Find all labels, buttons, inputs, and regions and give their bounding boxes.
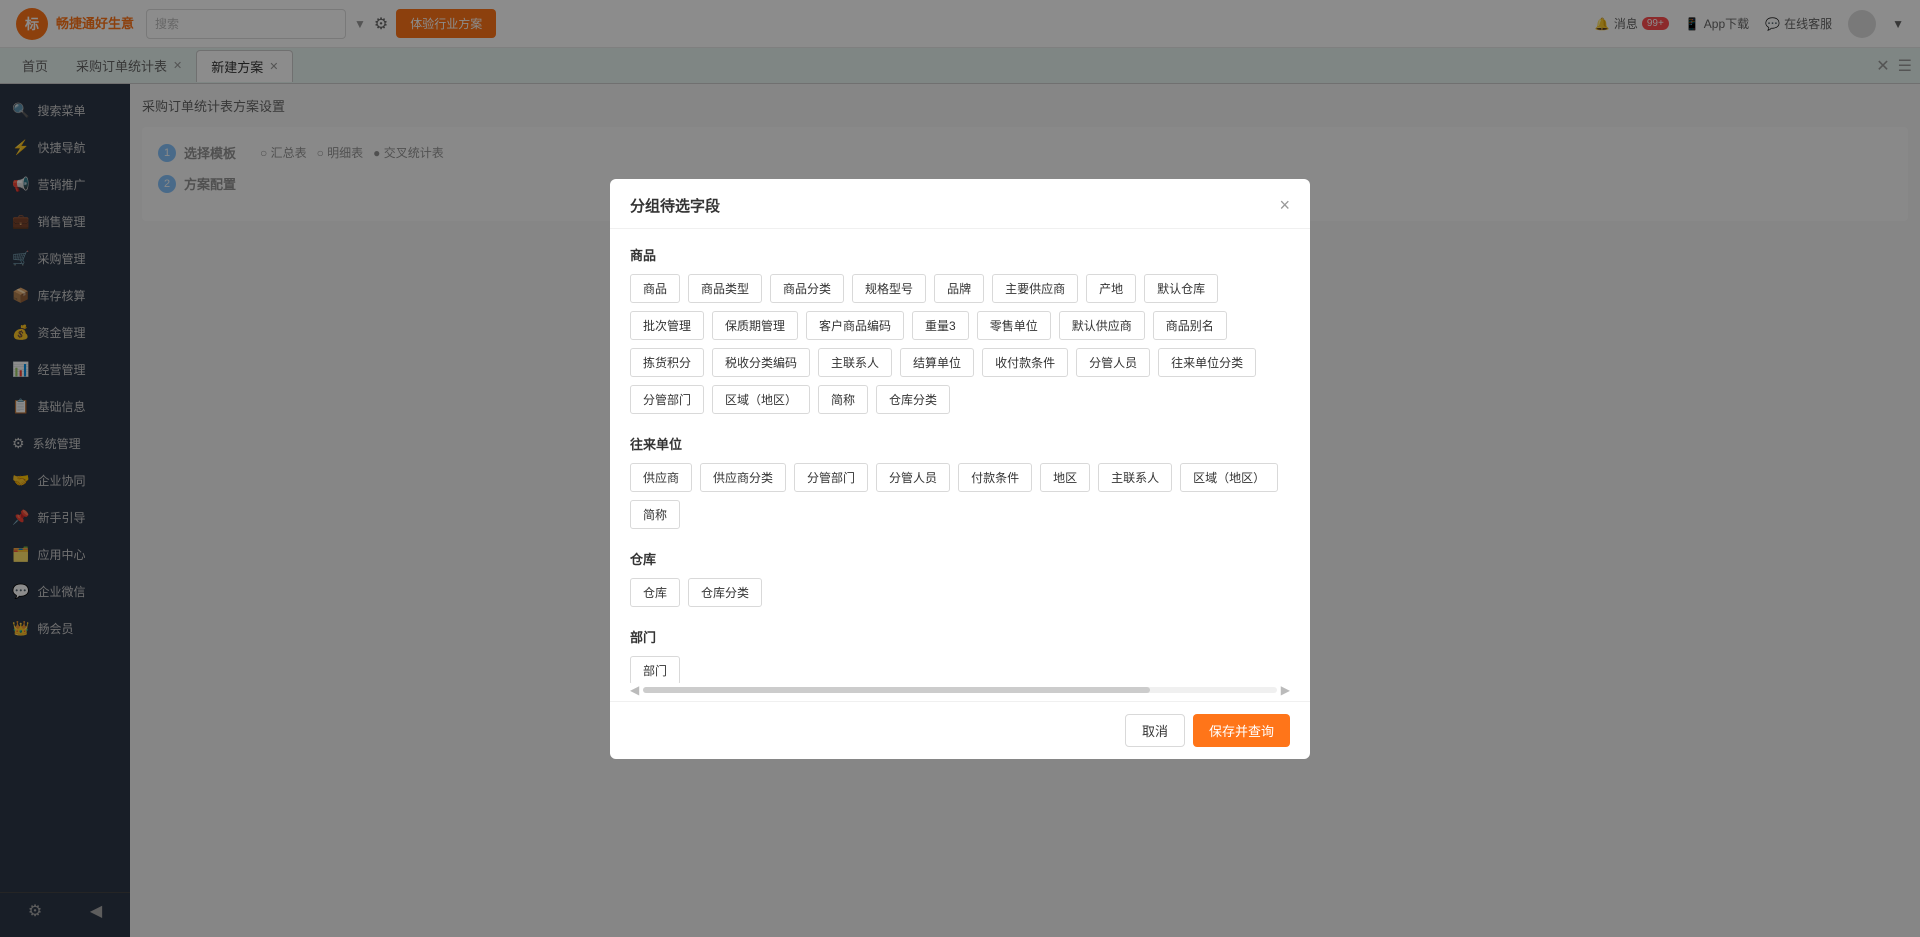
field-selector-modal: 分组待选字段 × 商品商品商品类型商品分类规格型号品牌主要供应商产地默认仓库批次…: [610, 179, 1310, 759]
field-tag[interactable]: 仓库分类: [688, 578, 762, 607]
section-title-warehouse: 仓库: [630, 549, 1290, 568]
field-tag[interactable]: 付款条件: [958, 463, 1032, 492]
field-tag[interactable]: 保质期管理: [712, 311, 798, 340]
field-tag[interactable]: 重量3: [912, 311, 969, 340]
field-tag[interactable]: 主联系人: [1098, 463, 1172, 492]
field-tag[interactable]: 默认供应商: [1059, 311, 1145, 340]
field-tag[interactable]: 结算单位: [900, 348, 974, 377]
field-tag[interactable]: 分管人员: [1076, 348, 1150, 377]
field-tag[interactable]: 客户商品编码: [806, 311, 904, 340]
field-tag[interactable]: 品牌: [934, 274, 984, 303]
field-tag[interactable]: 供应商: [630, 463, 692, 492]
field-tag[interactable]: 税收分类编码: [712, 348, 810, 377]
cancel-button[interactable]: 取消: [1125, 714, 1185, 747]
modal-header: 分组待选字段 ×: [610, 179, 1310, 229]
field-tag[interactable]: 收付款条件: [982, 348, 1068, 377]
modal-body: 商品商品商品类型商品分类规格型号品牌主要供应商产地默认仓库批次管理保质期管理客户…: [610, 229, 1310, 683]
field-tag[interactable]: 拣货积分: [630, 348, 704, 377]
field-tags-goods: 商品商品类型商品分类规格型号品牌主要供应商产地默认仓库批次管理保质期管理客户商品…: [630, 274, 1290, 414]
field-tag[interactable]: 区域（地区）: [712, 385, 810, 414]
field-tag[interactable]: 部门: [630, 656, 680, 683]
field-tag[interactable]: 简称: [630, 500, 680, 529]
field-tag[interactable]: 仓库: [630, 578, 680, 607]
field-tags-department: 部门: [630, 656, 1290, 683]
field-tag[interactable]: 默认仓库: [1144, 274, 1218, 303]
modal-overlay: 分组待选字段 × 商品商品商品类型商品分类规格型号品牌主要供应商产地默认仓库批次…: [0, 0, 1920, 937]
field-tag[interactable]: 往来单位分类: [1158, 348, 1256, 377]
field-tags-warehouse: 仓库仓库分类: [630, 578, 1290, 607]
section-warehouse: 仓库仓库仓库分类: [630, 549, 1290, 607]
field-tag[interactable]: 区域（地区）: [1180, 463, 1278, 492]
field-tag[interactable]: 地区: [1040, 463, 1090, 492]
confirm-button[interactable]: 保存并查询: [1193, 714, 1290, 747]
scroll-indicator: ◀ ▶: [610, 683, 1310, 701]
section-department: 部门部门: [630, 627, 1290, 683]
section-title-department: 部门: [630, 627, 1290, 646]
field-tag[interactable]: 供应商分类: [700, 463, 786, 492]
section-partner: 往来单位供应商供应商分类分管部门分管人员付款条件地区主联系人区域（地区） 简称: [630, 434, 1290, 529]
modal-footer: 取消 保存并查询: [610, 701, 1310, 759]
field-tag[interactable]: 分管部门: [794, 463, 868, 492]
field-tag[interactable]: 商品类型: [688, 274, 762, 303]
field-tags-partner: 供应商供应商分类分管部门分管人员付款条件地区主联系人区域（地区） 简称: [630, 463, 1290, 529]
field-tag[interactable]: 产地: [1086, 274, 1136, 303]
modal-close-button[interactable]: ×: [1279, 195, 1290, 216]
modal-title: 分组待选字段: [630, 195, 720, 216]
field-tag[interactable]: 主要供应商: [992, 274, 1078, 303]
field-tag[interactable]: 批次管理: [630, 311, 704, 340]
field-tag[interactable]: 规格型号: [852, 274, 926, 303]
field-tag[interactable]: 分管部门: [630, 385, 704, 414]
field-tag[interactable]: 仓库分类: [876, 385, 950, 414]
field-tag[interactable]: 商品别名: [1153, 311, 1227, 340]
section-goods: 商品商品商品类型商品分类规格型号品牌主要供应商产地默认仓库批次管理保质期管理客户…: [630, 245, 1290, 414]
field-tag[interactable]: 简称: [818, 385, 868, 414]
field-tag[interactable]: 商品分类: [770, 274, 844, 303]
section-title-partner: 往来单位: [630, 434, 1290, 453]
field-tag[interactable]: 商品: [630, 274, 680, 303]
field-tag[interactable]: 分管人员: [876, 463, 950, 492]
section-title-goods: 商品: [630, 245, 1290, 264]
field-tag[interactable]: 主联系人: [818, 348, 892, 377]
field-tag[interactable]: 零售单位: [977, 311, 1051, 340]
